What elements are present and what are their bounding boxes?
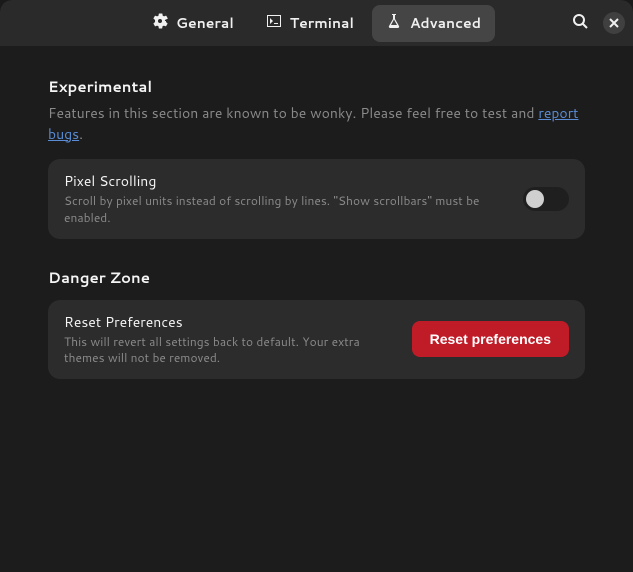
section-title: Experimental xyxy=(48,76,585,97)
row-title: Reset Preferences xyxy=(64,312,396,332)
search-button[interactable] xyxy=(567,10,593,36)
close-button[interactable] xyxy=(603,12,625,34)
row-subtitle: Scroll by pixel units instead of scrolli… xyxy=(64,193,507,227)
tab-label: General xyxy=(176,13,234,33)
pixel-scrolling-switch[interactable] xyxy=(523,187,569,211)
gear-icon xyxy=(152,13,168,34)
section-title: Danger Zone xyxy=(48,267,585,288)
reset-preferences-row: Reset Preferences This will revert all s… xyxy=(48,300,585,380)
row-text: Reset Preferences This will revert all s… xyxy=(64,312,396,368)
reset-preferences-button[interactable]: Reset preferences xyxy=(412,321,569,357)
preferences-window: General Terminal Advanced xyxy=(0,0,633,572)
tab-label: Terminal xyxy=(290,13,354,33)
content-area: Experimental Features in this section ar… xyxy=(0,46,633,572)
tab-label: Advanced xyxy=(410,13,481,33)
desc-text: Features in this section are known to be… xyxy=(48,103,538,123)
titlebar: General Terminal Advanced xyxy=(0,0,633,46)
tab-general[interactable]: General xyxy=(138,5,248,42)
section-description: Features in this section are known to be… xyxy=(48,103,585,145)
row-title: Pixel Scrolling xyxy=(64,171,507,191)
danger-zone-section: Danger Zone Reset Preferences This will … xyxy=(48,267,585,380)
row-text: Pixel Scrolling Scroll by pixel units in… xyxy=(64,171,507,227)
titlebar-actions xyxy=(567,10,625,36)
tab-terminal[interactable]: Terminal xyxy=(252,5,368,42)
flask-icon xyxy=(386,13,402,34)
view-switcher: General Terminal Advanced xyxy=(138,5,495,42)
search-icon xyxy=(572,12,588,35)
desc-text: . xyxy=(79,124,83,144)
experimental-section: Experimental Features in this section ar… xyxy=(48,76,585,239)
close-icon xyxy=(608,12,620,35)
pixel-scrolling-row: Pixel Scrolling Scroll by pixel units in… xyxy=(48,159,585,239)
terminal-icon xyxy=(266,13,282,34)
row-subtitle: This will revert all settings back to de… xyxy=(64,334,396,368)
tab-advanced[interactable]: Advanced xyxy=(372,5,495,42)
